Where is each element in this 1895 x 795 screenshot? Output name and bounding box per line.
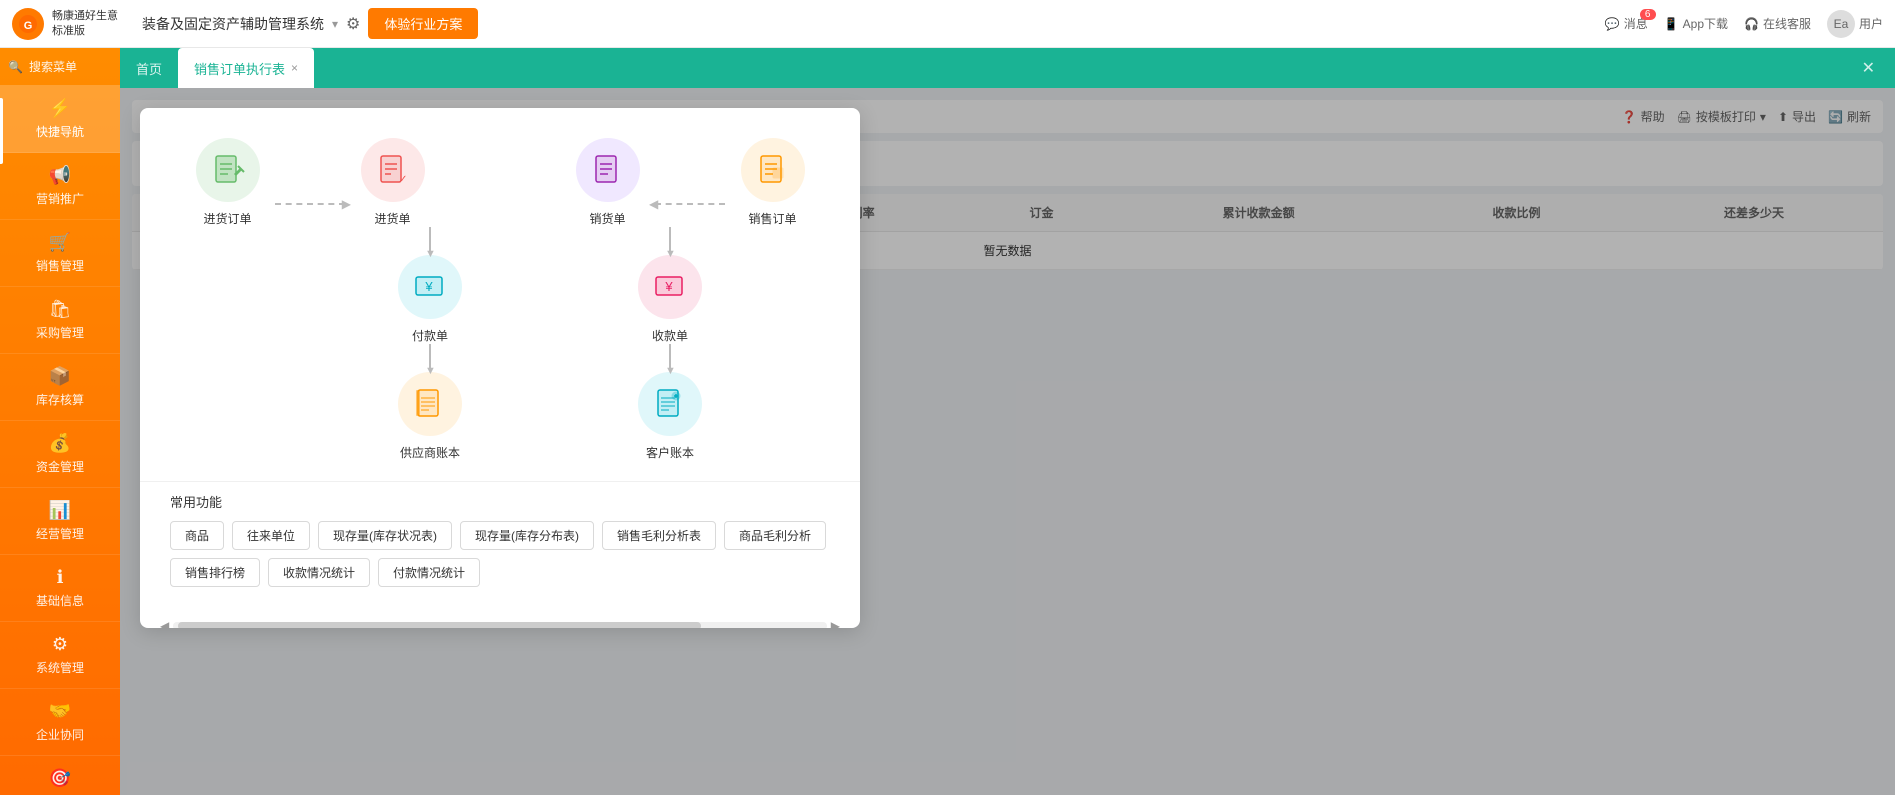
tab-home[interactable]: 首页 bbox=[120, 48, 178, 88]
node-sales-order: 销售订单 bbox=[725, 138, 820, 227]
content-area: 首页 销售订单执行表 × ✕ ❓ 帮助 🖨 按模板打印 ▾ bbox=[120, 48, 1895, 795]
experience-btn[interactable]: 体验行业方案 bbox=[368, 8, 478, 39]
flow-diagram: 进货订单 ▶ bbox=[140, 108, 860, 481]
func-btn-unit[interactable]: 往来单位 bbox=[232, 521, 310, 550]
message-btn[interactable]: 💬 消息 6 bbox=[1605, 15, 1648, 32]
operations-icon: 📊 bbox=[49, 500, 71, 521]
sidebar-item-guide[interactable]: 🎯 新手引导 bbox=[0, 756, 120, 795]
message-badge: 6 bbox=[1640, 9, 1656, 20]
message-icon: 💬 bbox=[1605, 17, 1620, 31]
sidebar-item-inventory[interactable]: 📦 库存核算 bbox=[0, 354, 120, 421]
scroll-area: ◀ ▶ bbox=[140, 615, 860, 628]
basic-info-icon: ℹ bbox=[57, 567, 64, 588]
node-customer-ledger: 客户账本 bbox=[610, 372, 730, 461]
dropdown-arrow-icon[interactable]: ▾ bbox=[332, 17, 338, 31]
user-area[interactable]: Ea 用户 bbox=[1827, 10, 1883, 38]
tab-bar: 首页 销售订单执行表 × ✕ bbox=[120, 48, 1895, 88]
top-header: G 畅康通好生意 标准版 装备及固定资产辅助管理系统 ▾ ⚙ 体验行业方案 💬 … bbox=[0, 0, 1895, 48]
sidebar-item-enterprise[interactable]: 🤝 企业协同 bbox=[0, 689, 120, 756]
search-icon: 🔍 bbox=[8, 60, 23, 74]
user-avatar: Ea bbox=[1827, 10, 1855, 38]
main-layout: 🔍 搜索菜单 ⚡ 快捷导航 📢 营销推广 🛒 销售管理 🛍 采购管理 📦 库存核… bbox=[0, 48, 1895, 795]
node-payment-in: ¥ 收款单 bbox=[610, 255, 730, 344]
system-icon: ⚙ bbox=[52, 634, 68, 655]
quick-nav-icon: ⚡ bbox=[49, 98, 71, 119]
app-title-area: 装备及固定资产辅助管理系统 ▾ ⚙ 体验行业方案 bbox=[142, 8, 1595, 39]
func-btn-row-2: 销售排行榜 收款情况统计 付款情况统计 bbox=[170, 558, 830, 587]
sidebar-item-basic-info[interactable]: ℹ 基础信息 bbox=[0, 555, 120, 622]
app-download-btn[interactable]: 📱 App下载 bbox=[1664, 15, 1728, 32]
payment-in-icon: ¥ bbox=[638, 255, 702, 319]
sidebar: 🔍 搜索菜单 ⚡ 快捷导航 📢 营销推广 🛒 销售管理 🛍 采购管理 📦 库存核… bbox=[0, 48, 120, 795]
purchase-order-icon bbox=[196, 138, 260, 202]
svg-text:¥: ¥ bbox=[424, 279, 433, 294]
enterprise-icon: 🤝 bbox=[49, 701, 71, 722]
common-functions: 常用功能 商品 往来单位 现存量(库存状况表) 现存量(库存分布表) 销售毛利分… bbox=[140, 481, 860, 615]
sidebar-item-operations[interactable]: 📊 经营管理 bbox=[0, 488, 120, 555]
sales-order-icon bbox=[741, 138, 805, 202]
finance-icon: 💰 bbox=[49, 433, 71, 454]
func-btn-product[interactable]: 商品 bbox=[170, 521, 224, 550]
customer-ledger-icon bbox=[638, 372, 702, 436]
settings-icon[interactable]: ⚙ bbox=[346, 14, 360, 34]
sidebar-item-quick-nav[interactable]: ⚡ 快捷导航 bbox=[0, 86, 120, 153]
node-sales: 销货单 bbox=[560, 138, 655, 227]
node-purchase-order: 进货订单 bbox=[180, 138, 275, 227]
guide-icon: 🎯 bbox=[49, 768, 71, 789]
header-right: 💬 消息 6 📱 App下载 🎧 在线客服 Ea 用户 bbox=[1605, 10, 1883, 38]
sales-icon: 🛒 bbox=[49, 232, 71, 253]
func-btn-stock-status[interactable]: 现存量(库存状况表) bbox=[318, 521, 452, 550]
online-service-btn[interactable]: 🎧 在线客服 bbox=[1744, 15, 1811, 32]
sidebar-item-sales[interactable]: 🛒 销售管理 bbox=[0, 220, 120, 287]
logo-area: G 畅康通好生意 标准版 bbox=[12, 8, 132, 40]
common-functions-title: 常用功能 bbox=[170, 492, 830, 511]
scroll-right-btn[interactable]: ▶ bbox=[831, 619, 840, 628]
purchase-icon: 🛍 bbox=[49, 299, 72, 320]
download-icon: 📱 bbox=[1664, 17, 1679, 31]
svg-text:✓: ✓ bbox=[399, 174, 407, 185]
func-btn-row-1: 商品 往来单位 现存量(库存状况表) 现存量(库存分布表) 销售毛利分析表 商品… bbox=[170, 521, 830, 550]
scroll-left-btn[interactable]: ◀ bbox=[160, 619, 169, 628]
sales-icon bbox=[576, 138, 640, 202]
supplier-ledger-icon bbox=[398, 372, 462, 436]
logo-text: 畅康通好生意 标准版 bbox=[52, 9, 118, 38]
sidebar-item-system[interactable]: ⚙ 系统管理 bbox=[0, 622, 120, 689]
logo-icon: G bbox=[12, 8, 44, 40]
sidebar-item-purchase[interactable]: 🛍 采购管理 bbox=[0, 287, 120, 354]
tab-close-btn[interactable]: × bbox=[291, 61, 298, 75]
func-btn-payment-stats[interactable]: 付款情况统计 bbox=[378, 558, 480, 587]
tab-sales-order[interactable]: 销售订单执行表 × bbox=[178, 48, 314, 88]
svg-text:¥: ¥ bbox=[664, 279, 673, 294]
func-btn-receipt-stats[interactable]: 收款情况统计 bbox=[268, 558, 370, 587]
marketing-icon: 📢 bbox=[49, 165, 71, 186]
func-btn-sales-rank[interactable]: 销售排行榜 bbox=[170, 558, 260, 587]
func-btn-product-profit[interactable]: 商品毛利分析 bbox=[724, 521, 826, 550]
sidebar-search[interactable]: 🔍 搜索菜单 bbox=[0, 48, 120, 86]
purchase-icon: ✓ bbox=[361, 138, 425, 202]
node-payment-out: ¥ 付款单 bbox=[370, 255, 490, 344]
scroll-thumb[interactable] bbox=[178, 622, 701, 628]
svg-text:G: G bbox=[24, 20, 33, 32]
node-supplier-ledger: 供应商账本 bbox=[370, 372, 490, 461]
modal-overlay[interactable]: 进货订单 ▶ bbox=[120, 88, 1895, 795]
app-title: 装备及固定资产辅助管理系统 bbox=[142, 14, 324, 34]
func-btn-stock-dist[interactable]: 现存量(库存分布表) bbox=[460, 521, 594, 550]
payment-out-icon: ¥ bbox=[398, 255, 462, 319]
func-btn-sales-profit[interactable]: 销售毛利分析表 bbox=[602, 521, 716, 550]
sidebar-item-finance[interactable]: 💰 资金管理 bbox=[0, 421, 120, 488]
modal-box: 进货订单 ▶ bbox=[140, 108, 860, 628]
tab-bar-close-btn[interactable]: ✕ bbox=[1854, 54, 1883, 82]
page-content: ❓ 帮助 🖨 按模板打印 ▾ ⬆ 导出 🔄 刷新 bbox=[120, 88, 1895, 795]
sidebar-item-marketing[interactable]: 📢 营销推广 bbox=[0, 153, 120, 220]
inventory-icon: 📦 bbox=[49, 366, 71, 387]
service-icon: 🎧 bbox=[1744, 17, 1759, 31]
node-purchase: ✓ 进货单 bbox=[345, 138, 440, 227]
